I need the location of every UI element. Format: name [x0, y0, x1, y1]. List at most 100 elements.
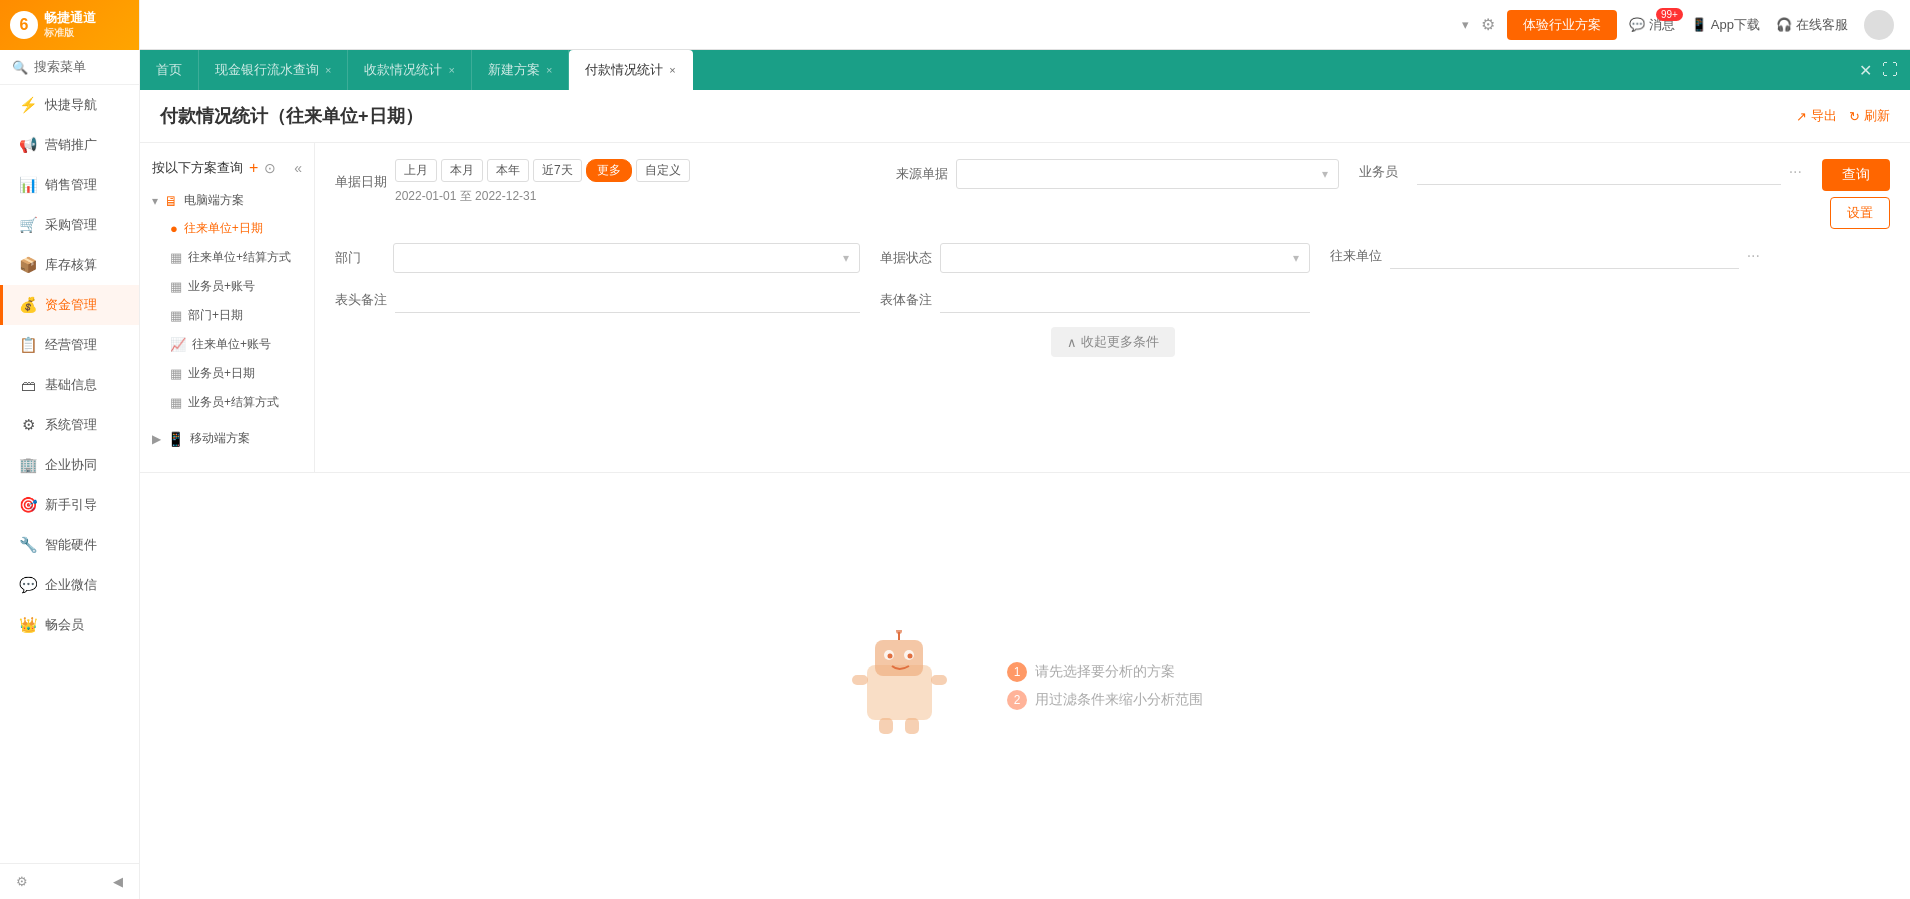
related-unit-input[interactable]: [1390, 243, 1738, 269]
footer-collapse-icon[interactable]: ◀: [113, 874, 123, 889]
user-avatar[interactable]: [1864, 10, 1894, 40]
tab-cashflow[interactable]: 现金银行流水查询 ×: [199, 50, 348, 90]
sidebar-item-wechat[interactable]: 💬 企业微信: [0, 565, 139, 605]
export-label: 导出: [1811, 107, 1837, 125]
collapse-more-btn[interactable]: ∧ 收起更多条件: [1051, 327, 1175, 357]
logo-sub: 标准版: [44, 26, 96, 40]
source-select[interactable]: ▾: [956, 159, 1339, 189]
scheme-desktop-group: ▾ 🖥 电脑端方案 ● 往来单位+日期 ▦ 往来单位+结算方式 ▦ 业务员: [140, 187, 314, 417]
collapse-label: 收起更多条件: [1081, 333, 1159, 351]
query-btn[interactable]: 查询: [1822, 159, 1890, 191]
trial-btn[interactable]: 体验行业方案: [1507, 10, 1617, 40]
form-field-source: 来源单据 ▾: [896, 159, 1339, 189]
message-icon: 💬: [1629, 17, 1645, 32]
tab-newscheme-label: 新建方案: [488, 61, 540, 79]
sidebar: 6 畅捷通道 标准版 🔍 搜索菜单 ⚡ 快捷导航 📢 营销推广 📊 销售管理 🛒…: [0, 0, 140, 899]
scheme-item-staff-date[interactable]: ▦ 业务员+日期: [140, 359, 314, 388]
sidebar-item-guide[interactable]: 🎯 新手引导: [0, 485, 139, 525]
tab-close-all-icon[interactable]: ✕: [1859, 61, 1872, 80]
service-label: 在线客服: [1796, 16, 1848, 34]
tab-payment[interactable]: 付款情况统计 ×: [569, 50, 692, 90]
app-download-btn[interactable]: 📱 App下载: [1691, 16, 1760, 34]
staff-input[interactable]: [1417, 159, 1781, 185]
sidebar-footer: ⚙ ◀: [0, 863, 139, 899]
sidebar-item-capital[interactable]: 💰 资金管理: [0, 285, 139, 325]
tab-home[interactable]: 首页: [140, 50, 199, 90]
sidebar-item-marketing[interactable]: 📢 营销推广: [0, 125, 139, 165]
refresh-btn[interactable]: ↻ 刷新: [1849, 107, 1890, 125]
sidebar-item-quicknav[interactable]: ⚡ 快捷导航: [0, 85, 139, 125]
header-note-label: 表头备注: [335, 291, 387, 309]
sidebar-item-operation[interactable]: 📋 经营管理: [0, 325, 139, 365]
empty-num-1: 1: [1007, 662, 1027, 682]
date-btn-last7[interactable]: 近7天: [533, 159, 582, 182]
date-btn-last-month[interactable]: 上月: [395, 159, 437, 182]
tab-payment-close[interactable]: ×: [669, 64, 675, 76]
tab-newscheme-close[interactable]: ×: [546, 64, 552, 76]
main-area: ▾ ⚙ 体验行业方案 💬 消息 99+ 📱 App下载 🎧 在线客服 首页: [140, 0, 1910, 899]
tabbar: 首页 现金银行流水查询 × 收款情况统计 × 新建方案 × 付款情况统计 × ✕…: [140, 50, 1910, 90]
date-btn-this-year[interactable]: 本年: [487, 159, 529, 182]
topbar-gear-icon[interactable]: ⚙: [1481, 15, 1495, 34]
tab-cashflow-close[interactable]: ×: [325, 64, 331, 76]
form-row-1: 单据日期 上月 本月 本年 近7天 更多 自定义 2022-01-01 至 20…: [335, 159, 1890, 229]
sidebar-item-purchase[interactable]: 🛒 采购管理: [0, 205, 139, 245]
sidebar-item-system[interactable]: ⚙ 系统管理: [0, 405, 139, 445]
page-title: 付款情况统计（往来单位+日期）: [160, 104, 423, 128]
sidebar-item-member[interactable]: 👑 畅会员: [0, 605, 139, 645]
staff-label: 业务员: [1359, 163, 1409, 181]
sidebar-item-inventory[interactable]: 📦 库存核算: [0, 245, 139, 285]
svg-point-7: [896, 630, 902, 634]
sidebar-item-hardware[interactable]: 🔧 智能硬件: [0, 525, 139, 565]
service-btn[interactable]: 🎧 在线客服: [1776, 16, 1848, 34]
sidebar-item-enterprise[interactable]: 🏢 企业协同: [0, 445, 139, 485]
sidebar-item-basic[interactable]: 🗃 基础信息: [0, 365, 139, 405]
page-content: 付款情况统计（往来单位+日期） ↗ 导出 ↻ 刷新 按以下方案查询 + ⊙: [140, 90, 1910, 899]
header-note-input[interactable]: [395, 287, 860, 313]
topbar-dropdown-icon[interactable]: ▾: [1462, 17, 1469, 32]
export-icon: ↗: [1796, 109, 1807, 124]
dept-select[interactable]: ▾: [393, 243, 860, 273]
sidebar-nav: ⚡ 快捷导航 📢 营销推广 📊 销售管理 🛒 采购管理 📦 库存核算 💰 资金管…: [0, 85, 139, 863]
footer-settings-icon[interactable]: ⚙: [16, 874, 28, 889]
settings-small-btn[interactable]: 设置: [1830, 197, 1890, 229]
scheme-group-mobile[interactable]: ▶ 📱 移动端方案: [140, 425, 314, 452]
date-btn-custom[interactable]: 自定义: [636, 159, 690, 182]
body-note-input[interactable]: [940, 287, 1310, 313]
scheme-item-dept-date[interactable]: ▦ 部门+日期: [140, 301, 314, 330]
date-range-text: 2022-01-01 至 2022-12-31: [395, 188, 690, 205]
tab-receivable[interactable]: 收款情况统计 ×: [348, 50, 471, 90]
date-btn-this-month[interactable]: 本月: [441, 159, 483, 182]
sidebar-item-sales[interactable]: 📊 销售管理: [0, 165, 139, 205]
scheme-item-staff-settlement[interactable]: ▦ 业务员+结算方式: [140, 388, 314, 417]
scheme-item-unit-settlement[interactable]: ▦ 往来单位+结算方式: [140, 243, 314, 272]
svg-rect-10: [879, 718, 893, 734]
scheme-collapse-btn[interactable]: «: [294, 160, 302, 176]
scheme-settings-btn[interactable]: ⊙: [264, 160, 276, 176]
voucher-status-select[interactable]: ▾: [940, 243, 1310, 273]
scheme-item-unit-date[interactable]: ● 往来单位+日期: [140, 214, 314, 243]
tab-expand-icon[interactable]: ⛶: [1882, 61, 1898, 79]
query-actions: 查询 设置: [1822, 159, 1890, 229]
form-field-dept: 部门 ▾: [335, 243, 860, 273]
scheme-group-arrow: ▶: [152, 432, 161, 446]
page-header-actions: ↗ 导出 ↻ 刷新: [1796, 107, 1890, 125]
scheme-mobile-label: 移动端方案: [190, 430, 250, 447]
scheme-item-unit-account[interactable]: 📈 往来单位+账号: [140, 330, 314, 359]
scheme-item-label: 业务员+账号: [188, 278, 255, 295]
date-btns: 上月 本月 本年 近7天 更多 自定义: [395, 159, 690, 182]
scheme-add-btn[interactable]: +: [249, 159, 258, 177]
scheme-item-staff-account[interactable]: ▦ 业务员+账号: [140, 272, 314, 301]
scheme-item-icon: 📈: [170, 337, 186, 352]
tab-newscheme[interactable]: 新建方案 ×: [472, 50, 569, 90]
related-unit-dots-btn[interactable]: ···: [1747, 247, 1760, 265]
date-btn-more[interactable]: 更多: [586, 159, 632, 182]
search-menu[interactable]: 🔍 搜索菜单: [0, 50, 139, 85]
scheme-desktop-label: 电脑端方案: [184, 192, 244, 209]
tab-receivable-close[interactable]: ×: [448, 64, 454, 76]
messages-btn[interactable]: 💬 消息 99+: [1629, 16, 1675, 34]
scheme-group-desktop[interactable]: ▾ 🖥 电脑端方案: [140, 187, 314, 214]
dept-label: 部门: [335, 249, 385, 267]
export-btn[interactable]: ↗ 导出: [1796, 107, 1837, 125]
staff-dots-btn[interactable]: ···: [1789, 163, 1802, 181]
